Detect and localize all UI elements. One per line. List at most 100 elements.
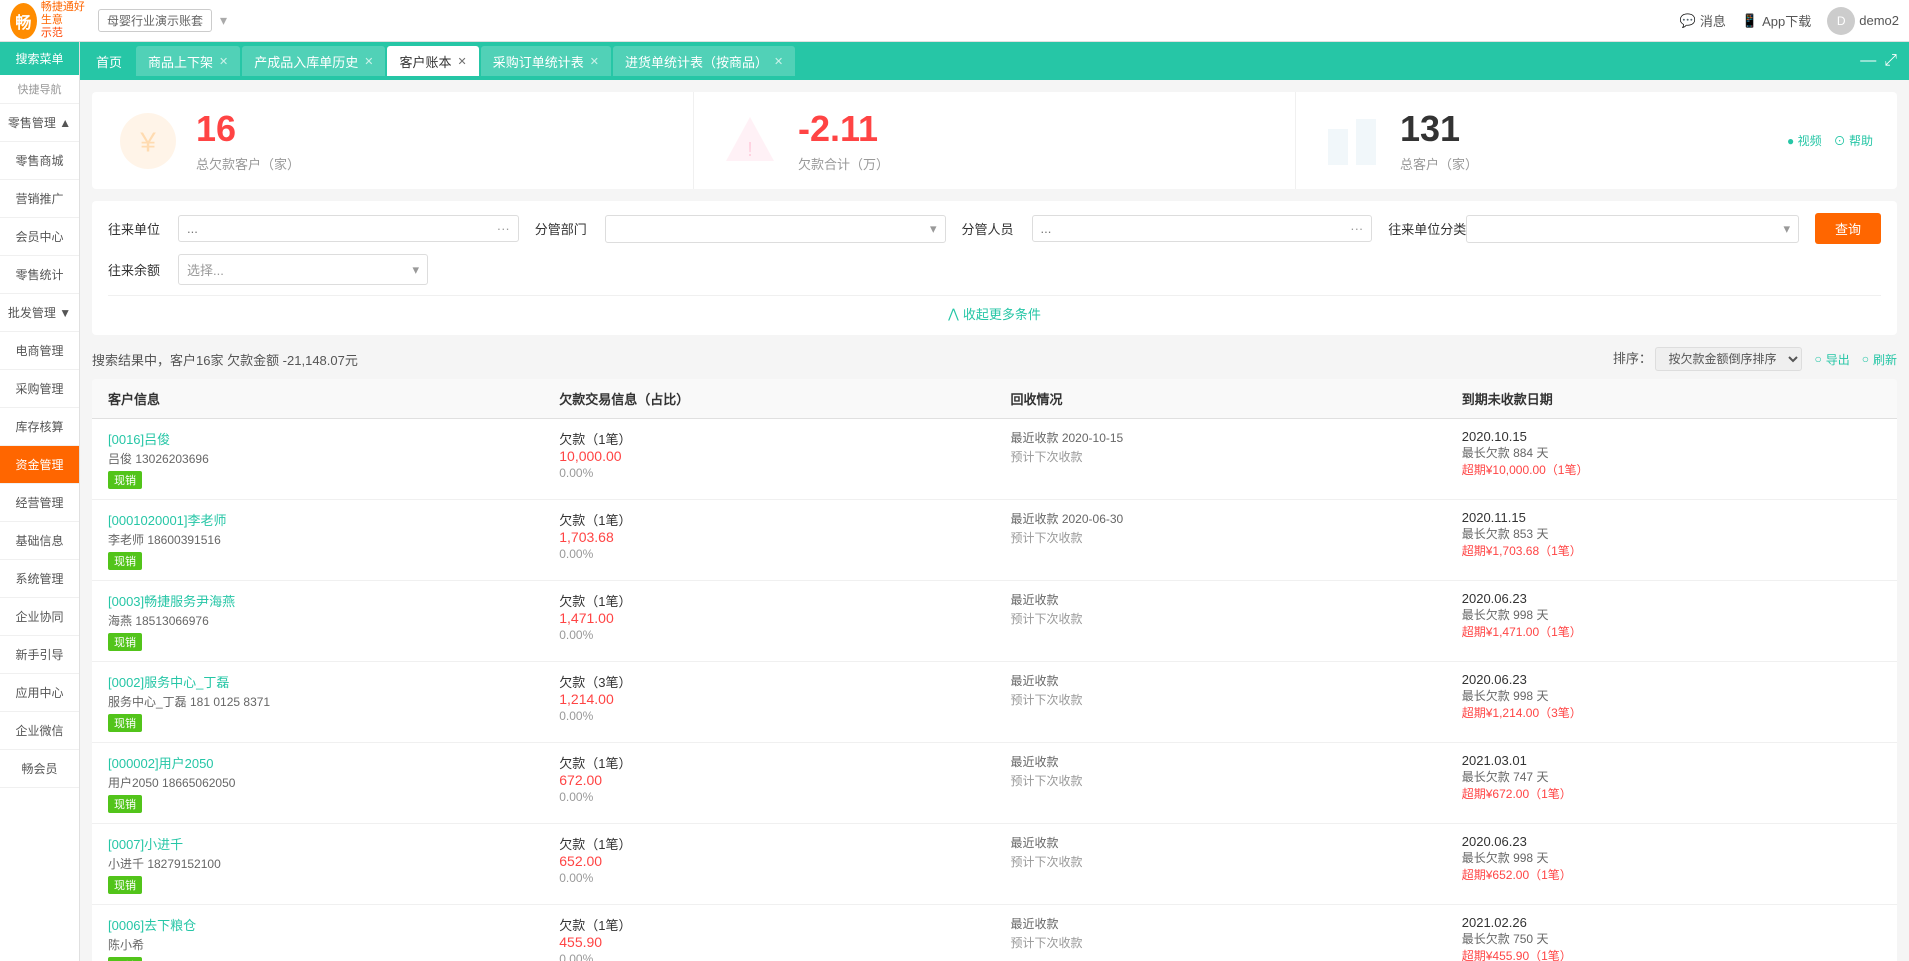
sidebar-item-finance[interactable]: 资金管理 [0, 446, 79, 484]
overdue-link-1[interactable]: 超期¥1,703.68（1笔） [1462, 542, 1881, 559]
tab-close-5[interactable]: ✕ [774, 55, 783, 68]
tab-close-3[interactable]: ✕ [458, 55, 467, 68]
sidebar-item-appcenter[interactable]: 应用中心 [0, 674, 79, 712]
svg-text:!: ! [747, 138, 753, 160]
message-btn[interactable]: 💬 消息 [1680, 11, 1726, 30]
customer-name-1[interactable]: [0001020001]李老师 [108, 510, 527, 529]
tab-purchase-order-stats[interactable]: 采购订单统计表 ✕ [481, 46, 611, 76]
data-table: 客户信息 欠款交易信息（占比） 回收情况 到期未收款日期 [0016]吕俊 吕俊… [92, 379, 1897, 961]
stat-info-1: 16 总欠款客户（家） [196, 108, 300, 173]
customer-name-4[interactable]: [000002]用户2050 [108, 753, 527, 772]
sidebar-item-vip[interactable]: 畅会员 [0, 750, 79, 788]
download-icon: 📱 [1742, 13, 1758, 29]
filter-input-person[interactable]: ··· [1032, 215, 1373, 242]
overdue-link-0[interactable]: 超期¥10,000.00（1笔） [1462, 461, 1881, 478]
video-btn[interactable]: ● 视频 [1787, 132, 1822, 149]
td-due-1: 2020.11.15 最长欠款 853 天 超期¥1,703.68（1笔） [1446, 500, 1897, 580]
customer-name-5[interactable]: [0007]小进千 [108, 834, 527, 853]
customer-name-6[interactable]: [0006]去下粮仓 [108, 915, 527, 934]
help-btn[interactable]: ⊙ 帮助 [1834, 132, 1873, 149]
app-download-btn[interactable]: 📱 App下载 [1742, 11, 1811, 30]
overdue-link-2[interactable]: 超期¥1,471.00（1笔） [1462, 623, 1881, 640]
tab-maximize-icon[interactable]: ⤢ [1884, 52, 1897, 70]
sidebar-item-member[interactable]: 会员中心 [0, 218, 79, 256]
table-row: [0001020001]李老师 李老师 18600391516 现销 欠款（1笔… [92, 500, 1897, 581]
overdue-link-4[interactable]: 超期¥672.00（1笔） [1462, 785, 1881, 802]
stat-info-3: 131 总客户（家） [1400, 108, 1478, 173]
system-name[interactable]: 母婴行业演示账套 [98, 9, 212, 32]
stat-value-2: -2.11 [798, 108, 889, 150]
td-debt-2: 欠款（1笔） 1,471.00 0.00% [543, 581, 994, 661]
tab-close-4[interactable]: ✕ [590, 55, 599, 68]
filter-label-person: 分管人员 [962, 219, 1032, 238]
sidebar-item-enterprise[interactable]: 企业协同 [0, 598, 79, 636]
sidebar-item-system[interactable]: 系统管理 [0, 560, 79, 598]
main-body: 搜索菜单 快捷导航 零售管理 ▲ 零售商城 营销推广 会员中心 零售统计 批发管… [0, 42, 1909, 961]
refresh-icon: ○ [1862, 352, 1869, 366]
stat-info-2: -2.11 欠款合计（万） [798, 108, 889, 173]
page-content: ¥ 16 总欠款客户（家） ! [80, 80, 1909, 961]
table-row: [000002]用户2050 用户2050 18665062050 现销 欠款（… [92, 743, 1897, 824]
sidebar-item-marketing[interactable]: 营销推广 [0, 180, 79, 218]
sidebar-item-purchase[interactable]: 采购管理 [0, 370, 79, 408]
stats-row: ¥ 16 总欠款客户（家） ! [92, 92, 1897, 189]
sidebar-item-inventory[interactable]: 库存核算 [0, 408, 79, 446]
td-collection-3: 最近收款 预计下次收款 [995, 662, 1446, 742]
td-debt-5: 欠款（1笔） 652.00 0.00% [543, 824, 994, 904]
tab-minimize-icon[interactable]: — [1860, 52, 1876, 70]
td-customer-5: [0007]小进千 小进千 18279152100 现销 [92, 824, 543, 904]
sidebar-item-wholesale[interactable]: 批发管理 ▼ [0, 294, 79, 332]
overdue-link-5[interactable]: 超期¥652.00（1笔） [1462, 866, 1881, 883]
person-input[interactable] [1041, 221, 1351, 236]
overdue-link-6[interactable]: 超期¥455.90（1笔） [1462, 947, 1881, 961]
table-row: [0007]小进千 小进千 18279152100 现销 欠款（1笔） 652.… [92, 824, 1897, 905]
customer-name-2[interactable]: [0003]畅捷服务尹海燕 [108, 591, 527, 610]
sidebar-item-basic-info[interactable]: 基础信息 [0, 522, 79, 560]
customer-name-0[interactable]: [0016]吕俊 [108, 429, 527, 448]
sidebar-item-operation[interactable]: 经营管理 [0, 484, 79, 522]
top-right: 💬 消息 📱 App下载 D demo2 [1680, 7, 1899, 35]
sidebar-item-guide[interactable]: 新手引导 [0, 636, 79, 674]
sidebar-item-ecommerce[interactable]: 电商管理 [0, 332, 79, 370]
refresh-btn[interactable]: ○ 刷新 [1862, 351, 1897, 368]
customer-name-3[interactable]: [0002]服务中心_丁磊 [108, 672, 527, 691]
filter-row-1: 往来单位 ··· 分管部门 ▾ [108, 213, 1881, 244]
tab-production-history[interactable]: 产成品入库单历史 ✕ [242, 46, 385, 76]
collapse-btn[interactable]: ⋀ 收起更多条件 [108, 295, 1881, 323]
export-btn[interactable]: ○ 导出 [1814, 351, 1849, 368]
tab-close-2[interactable]: ✕ [364, 55, 373, 68]
results-summary: 搜索结果中，客户16家 欠款金额 -21,148.07元 [92, 350, 358, 369]
sidebar-item-wechat[interactable]: 企业微信 [0, 712, 79, 750]
tab-customer-ledger[interactable]: 客户账本 ✕ [387, 46, 478, 76]
overdue-link-3[interactable]: 超期¥1,214.00（3笔） [1462, 704, 1881, 721]
top-bar: 畅 畅捷通好生意 示范 母婴行业演示账套 ▾ 💬 消息 📱 App下载 D de… [0, 0, 1909, 42]
td-collection-1: 最近收款 2020-06-30 预计下次收款 [995, 500, 1446, 580]
sidebar-search[interactable]: 搜索菜单 [0, 42, 79, 75]
filter-input-dept[interactable]: ▾ [605, 215, 946, 243]
system-dropdown-icon[interactable]: ▾ [220, 12, 227, 29]
sidebar-item-retail-mall[interactable]: 零售商城 [0, 142, 79, 180]
sidebar-item-retail-stats[interactable]: 零售统计 [0, 256, 79, 294]
tab-purchase-stats-by-product[interactable]: 进货单统计表（按商品） ✕ [613, 46, 795, 76]
user-menu[interactable]: D demo2 [1827, 7, 1899, 35]
badge-0: 现销 [108, 471, 142, 489]
td-customer-6: [0006]去下粮仓 陈小希 现销 [92, 905, 543, 961]
sidebar-item-nav: 快捷导航 [0, 75, 79, 104]
tab-home[interactable]: 首页 [84, 46, 134, 76]
table-row: [0006]去下粮仓 陈小希 现销 欠款（1笔） 455.90 0.00% 最近… [92, 905, 1897, 961]
filter-row-2: 往来余额 选择... ▾ [108, 254, 1881, 285]
filter-input-unit[interactable]: ··· [178, 215, 519, 242]
unit-input[interactable] [187, 221, 497, 236]
tab-product-listing[interactable]: 商品上下架 ✕ [136, 46, 240, 76]
sort-select[interactable]: 按欠款金额倒序排序 [1655, 347, 1802, 371]
results-right: 排序： 按欠款金额倒序排序 ○ 导出 ○ 刷新 [1613, 347, 1897, 371]
tab-close-1[interactable]: ✕ [219, 55, 228, 68]
td-debt-0: 欠款（1笔） 10,000.00 0.00% [543, 419, 994, 499]
filter-input-unit-type[interactable]: ▾ [1466, 215, 1799, 243]
sidebar-item-retail-mgmt[interactable]: 零售管理 ▲ [0, 104, 79, 142]
filter-input-balance[interactable]: 选择... ▾ [178, 254, 428, 285]
filter-item-dept: 分管部门 ▾ [535, 215, 946, 243]
search-button[interactable]: 查询 [1815, 213, 1881, 244]
td-debt-3: 欠款（3笔） 1,214.00 0.00% [543, 662, 994, 742]
th-customer: 客户信息 [92, 379, 543, 418]
